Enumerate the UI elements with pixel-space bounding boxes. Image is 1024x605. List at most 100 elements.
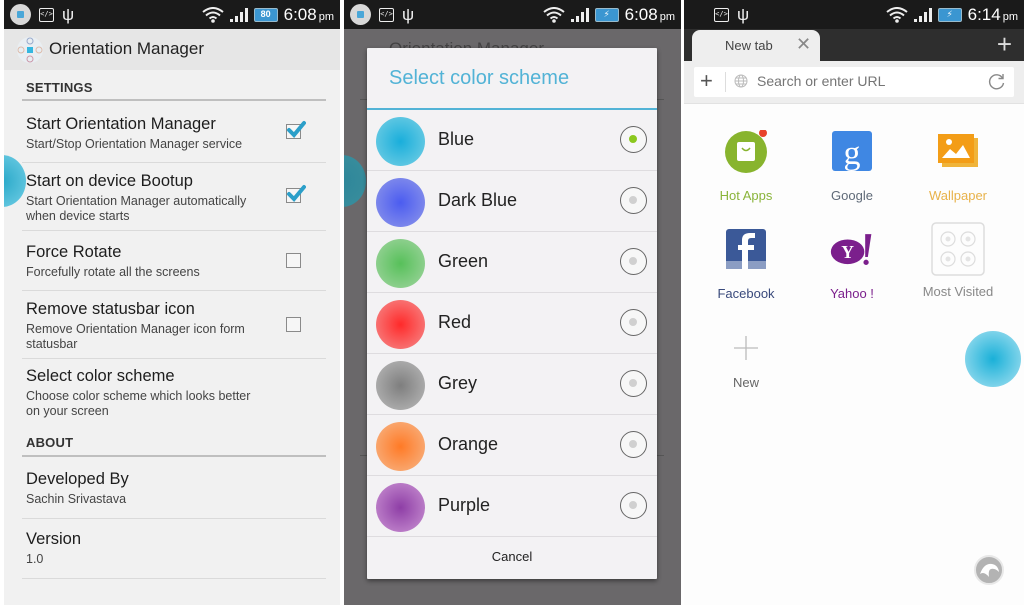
color-option-radio[interactable] (620, 248, 647, 275)
speed-dial-label: Facebook (717, 286, 775, 301)
color-option-red[interactable]: Red (367, 293, 657, 354)
pref-select-color-scheme[interactable]: Select color scheme Choose color scheme … (26, 367, 326, 419)
pref-start-orientation-manager[interactable]: Start Orientation Manager Start/Stop Ori… (26, 115, 326, 152)
separator (725, 72, 726, 92)
color-swatch (376, 300, 425, 349)
wifi-icon (543, 6, 565, 23)
about-section-header: ABOUT (26, 435, 74, 450)
speed-dial-label: Yahoo ! (830, 286, 874, 301)
close-tab-icon[interactable]: ✕ (796, 34, 811, 54)
section-divider (22, 99, 326, 101)
most-visited-icon (931, 222, 985, 276)
pref-start-on-bootup[interactable]: Start on device Bootup Start Orientation… (26, 172, 326, 224)
pref-remove-statusbar-icon[interactable]: Remove statusbar icon Remove Orientation… (26, 300, 326, 352)
status-bar: </> ψ ⚡ 6:08 pm (344, 0, 681, 29)
speed-dial-yahoo[interactable]: Y Yahoo ! (812, 228, 892, 301)
status-bar: </> ψ 80 6:08 pm (4, 0, 340, 29)
globe-icon (734, 74, 748, 88)
color-option-green[interactable]: Green (367, 232, 657, 293)
battery-icon: 80 (253, 7, 278, 22)
start-on-bootup-checkbox[interactable] (286, 185, 306, 203)
start-orientation-manager-checkbox[interactable] (286, 121, 306, 139)
address-bar: + (694, 67, 1014, 97)
force-rotate-checkbox[interactable] (286, 253, 301, 268)
color-swatch (376, 239, 425, 288)
remove-statusbar-icon-checkbox[interactable] (286, 317, 301, 332)
orientation-manager-settings-screen: </> ψ 80 6:08 pm Orientation Manager SETT… (4, 0, 340, 605)
pref-title: Version (26, 530, 82, 548)
color-swatch (376, 117, 425, 166)
color-option-radio[interactable] (620, 370, 647, 397)
color-option-radio[interactable] (620, 492, 647, 519)
shopping-bag-icon (725, 129, 767, 173)
pref-developed-by[interactable]: Developed By Sachin Srivastava (26, 470, 326, 507)
usb-icon: ψ (62, 5, 75, 24)
color-option-radio[interactable] (620, 187, 647, 214)
browser-screen: </> ψ ⚡ 6:14 pm New tab ✕ + + Search or … (684, 0, 1024, 605)
speed-dial-label: Wallpaper (928, 188, 988, 203)
color-option-label: Purple (438, 495, 491, 515)
speed-dial-facebook[interactable]: Facebook (706, 228, 786, 301)
pref-title: Select color scheme (26, 367, 175, 385)
reload-icon[interactable] (987, 72, 1006, 91)
add-bookmark-icon[interactable]: + (700, 69, 713, 93)
wifi-icon (202, 6, 224, 23)
color-option-blue[interactable]: Blue (367, 110, 657, 171)
battery-charging-icon: ⚡ (594, 7, 619, 22)
pref-title: Developed By (26, 470, 129, 488)
color-option-radio[interactable] (620, 126, 647, 153)
speed-dial-most-visited[interactable]: Most Visited (918, 222, 998, 299)
color-option-label: Orange (438, 434, 499, 454)
color-option-grey[interactable]: Grey (367, 354, 657, 415)
color-option-dark-blue[interactable]: Dark Blue (367, 171, 657, 232)
pref-title: Force Rotate (26, 243, 122, 261)
speed-dial-new[interactable]: New (706, 333, 786, 390)
url-input[interactable] (757, 73, 947, 89)
yahoo-icon: Y (830, 234, 872, 265)
wifi-icon (886, 6, 908, 23)
pref-title: Start on device Bootup (26, 172, 193, 190)
speed-dial-label: Hot Apps (719, 188, 773, 203)
color-swatch (376, 361, 425, 410)
add-tab-button[interactable]: + (997, 31, 1012, 57)
speed-dial-label: New (732, 375, 759, 390)
dolphin-menu-button[interactable] (974, 555, 1004, 585)
plus-icon (734, 336, 758, 360)
color-option-radio[interactable] (620, 431, 647, 458)
facebook-icon (726, 229, 766, 269)
color-option-label: Dark Blue (438, 190, 518, 210)
color-option-purple[interactable]: Purple (367, 476, 657, 537)
pref-version[interactable]: Version 1.0 (26, 530, 326, 567)
app-title: Orientation Manager (49, 39, 204, 58)
cancel-button[interactable]: Cancel (367, 535, 657, 579)
clock: 6:08 pm (625, 5, 675, 25)
speed-dial-hot-apps[interactable]: Hot Apps (706, 129, 786, 203)
color-option-orange[interactable]: Orange (367, 415, 657, 476)
speed-dial-google[interactable]: g Google (812, 130, 892, 203)
divider (22, 290, 326, 291)
pref-summary: Sachin Srivastava (26, 492, 127, 506)
color-option-label: Grey (438, 373, 478, 393)
pref-summary: Start Orientation Manager automatically … (26, 194, 247, 223)
pref-title: Start Orientation Manager (26, 115, 216, 133)
floating-orientation-bubble[interactable] (344, 155, 366, 207)
color-swatch (376, 422, 425, 471)
clock-ampm: pm (1002, 10, 1018, 23)
color-option-label: Red (438, 312, 472, 332)
speed-dial-label: Google (831, 188, 873, 203)
divider (22, 358, 326, 359)
settings-section-header: SETTINGS (26, 80, 93, 95)
speed-dial-label: Most Visited (922, 284, 994, 299)
divider (22, 230, 326, 231)
color-option-label: Blue (438, 129, 475, 149)
clock-ampm: pm (659, 10, 675, 23)
tab-strip: New tab ✕ + (684, 29, 1024, 61)
pref-title: Remove statusbar icon (26, 300, 195, 318)
orientation-manager-notification-icon (10, 4, 31, 25)
pref-force-rotate[interactable]: Force Rotate Forcefully rotate all the s… (26, 243, 326, 280)
floating-orientation-bubble[interactable] (965, 331, 1021, 387)
speed-dial-wallpaper[interactable]: Wallpaper (918, 130, 998, 203)
color-scheme-dialog-screen: </> ψ ⚡ 6:08pm Orientation Manager Selec… (344, 0, 681, 605)
tab-new-tab[interactable]: New tab ✕ (692, 30, 820, 61)
color-option-radio[interactable] (620, 309, 647, 336)
